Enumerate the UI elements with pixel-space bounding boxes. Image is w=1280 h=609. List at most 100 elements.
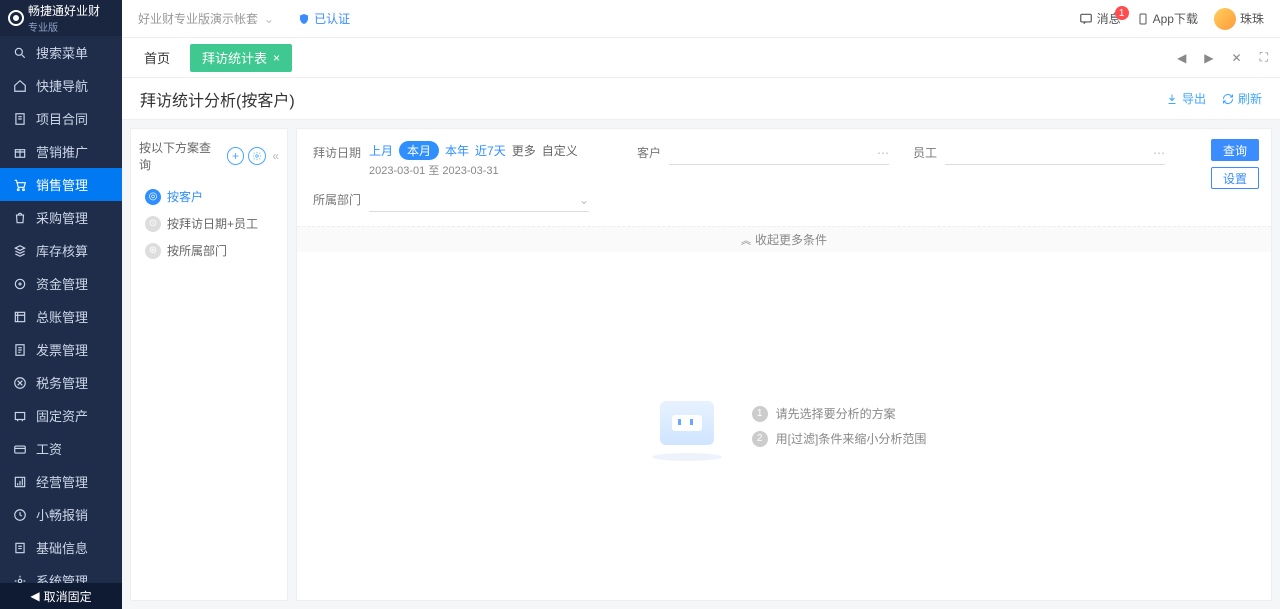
settings-button[interactable]: 设置 bbox=[1211, 167, 1259, 189]
export-icon bbox=[1166, 93, 1178, 105]
scheme-item[interactable]: ⊙按拜访日期+员工 bbox=[139, 210, 279, 237]
nav-item-label: 发票管理 bbox=[36, 340, 88, 359]
nav-item-search[interactable]: 搜索菜单 bbox=[0, 36, 122, 69]
tab-visit-stats[interactable]: 拜访统计表 × bbox=[190, 44, 292, 72]
app-download-button[interactable]: App下载 bbox=[1137, 10, 1198, 27]
invoice-icon bbox=[12, 342, 28, 358]
unpin-button[interactable]: ◀ 取消固定 bbox=[0, 583, 122, 609]
coin-icon bbox=[12, 276, 28, 292]
scheme-icon: ◎ bbox=[145, 189, 161, 205]
verified-text: 已认证 bbox=[314, 10, 350, 27]
scheme-list: ◎ 按客户 ⊙按拜访日期+员工⊛按所属部门 bbox=[139, 183, 279, 264]
nav-item-info[interactable]: 基础信息 bbox=[0, 531, 122, 564]
filter-employee-label: 员工 bbox=[913, 141, 945, 161]
tax-icon bbox=[12, 375, 28, 391]
filter-dept-label: 所属部门 bbox=[313, 188, 369, 208]
nav-item-pay[interactable]: 工资 bbox=[0, 432, 122, 465]
nav-item-home[interactable]: 快捷导航 bbox=[0, 69, 122, 102]
query-button[interactable]: 查询 bbox=[1211, 139, 1259, 161]
bag-icon bbox=[12, 210, 28, 226]
ellipsis-icon: ⋯ bbox=[877, 146, 889, 160]
date-range: 2023-03-01 至 2023-03-31 bbox=[369, 162, 578, 178]
nav-item-label: 库存核算 bbox=[36, 241, 88, 260]
brand-logo: 畅捷通好业财 专业版 bbox=[0, 0, 122, 36]
customer-lookup[interactable]: ⋯ bbox=[669, 141, 889, 165]
gift-icon bbox=[12, 144, 28, 160]
nav-item-ledger[interactable]: 总账管理 bbox=[0, 300, 122, 333]
step-badge: 1 bbox=[752, 406, 768, 422]
chevron-down-icon: ⌄ bbox=[579, 193, 589, 207]
verified-badge: 已认证 bbox=[298, 10, 350, 27]
fullscreen-button[interactable]: ⛶ bbox=[1256, 48, 1272, 67]
collapse-label: 收起更多条件 bbox=[755, 231, 827, 248]
date-options: 上月本月本年近7天更多自定义 bbox=[369, 141, 578, 160]
date-option[interactable]: 更多 bbox=[512, 142, 536, 159]
export-button[interactable]: 导出 bbox=[1166, 90, 1206, 107]
nav-item-sys[interactable]: 系统管理 bbox=[0, 564, 122, 583]
nav-item-gift[interactable]: 营销推广 bbox=[0, 135, 122, 168]
nav-item-biz[interactable]: 经营管理 bbox=[0, 465, 122, 498]
logo-icon bbox=[8, 10, 24, 26]
date-option[interactable]: 自定义 bbox=[542, 142, 578, 159]
chevron-up-icon: ︽ bbox=[741, 232, 751, 247]
refresh-button[interactable]: 刷新 bbox=[1222, 90, 1262, 107]
hint-2: 用[过滤]条件来缩小分析范围 bbox=[776, 430, 927, 447]
scheme-item-label: 按客户 bbox=[167, 188, 203, 205]
tabs-next-button[interactable]: ▶ bbox=[1200, 49, 1217, 67]
scheme-item-label: 按所属部门 bbox=[167, 242, 227, 259]
chevron-down-icon: ⌄ bbox=[264, 12, 274, 26]
hint-row: 2 用[过滤]条件来缩小分析范围 bbox=[752, 430, 927, 447]
triangle-left-icon: ◀ bbox=[30, 589, 39, 603]
page-title: 拜访统计分析(按客户) bbox=[140, 87, 295, 111]
user-name: 珠珠 bbox=[1240, 10, 1264, 27]
tabs-close-all-button[interactable]: ✕ bbox=[1228, 49, 1246, 67]
nav-item-invoice[interactable]: 发票管理 bbox=[0, 333, 122, 366]
date-option[interactable]: 上月 bbox=[369, 142, 393, 159]
nav-item-asset[interactable]: 固定资产 bbox=[0, 399, 122, 432]
query-label: 查询 bbox=[1223, 142, 1247, 159]
nav-item-label: 经营管理 bbox=[36, 472, 88, 491]
export-label: 导出 bbox=[1182, 90, 1206, 107]
expense-icon bbox=[12, 507, 28, 523]
date-option[interactable]: 本年 bbox=[445, 142, 469, 159]
nav-item-coin[interactable]: 资金管理 bbox=[0, 267, 122, 300]
nav-item-label: 小畅报销 bbox=[36, 505, 88, 524]
scheme-item[interactable]: ⊛按所属部门 bbox=[139, 237, 279, 264]
employee-lookup[interactable]: ⋯ bbox=[945, 141, 1165, 165]
filter-customer-label: 客户 bbox=[637, 141, 669, 161]
close-icon[interactable]: × bbox=[273, 51, 280, 65]
date-option[interactable]: 本月 bbox=[399, 141, 439, 160]
tabs-prev-button[interactable]: ◀ bbox=[1173, 49, 1190, 67]
tab-home[interactable]: 首页 bbox=[132, 44, 182, 72]
nav-item-label: 基础信息 bbox=[36, 538, 88, 557]
shield-icon bbox=[298, 13, 310, 25]
messages-button[interactable]: 消息 1 bbox=[1079, 10, 1121, 27]
unpin-label: 取消固定 bbox=[44, 588, 92, 605]
nav-item-stack[interactable]: 库存核算 bbox=[0, 234, 122, 267]
biz-icon bbox=[12, 474, 28, 490]
scheme-item[interactable]: ◎ 按客户 bbox=[139, 183, 279, 210]
nav-item-tax[interactable]: 税务管理 bbox=[0, 366, 122, 399]
nav-item-label: 税务管理 bbox=[36, 373, 88, 392]
scheme-collapse-button[interactable]: « bbox=[272, 149, 279, 163]
nav-item-label: 快捷导航 bbox=[36, 76, 88, 95]
nav-item-expense[interactable]: 小畅报销 bbox=[0, 498, 122, 531]
scheme-settings-button[interactable] bbox=[248, 147, 266, 165]
date-option[interactable]: 近7天 bbox=[475, 142, 506, 159]
nav-item-cart[interactable]: 销售管理 bbox=[0, 168, 122, 201]
cart-icon bbox=[12, 177, 28, 193]
info-icon bbox=[12, 540, 28, 556]
scheme-add-button[interactable]: + bbox=[227, 147, 245, 165]
nav-item-label: 工资 bbox=[36, 439, 62, 458]
department-select[interactable]: ⌄ bbox=[369, 188, 589, 212]
account-selector[interactable]: 好业财专业版演示帐套 bbox=[138, 10, 258, 27]
nav-item-label: 销售管理 bbox=[36, 175, 88, 194]
doc-icon bbox=[12, 111, 28, 127]
nav-item-bag[interactable]: 采购管理 bbox=[0, 201, 122, 234]
collapse-filters-button[interactable]: ︽ 收起更多条件 bbox=[297, 226, 1271, 252]
nav-item-label: 系统管理 bbox=[36, 571, 88, 583]
scheme-item-label: 按拜访日期+员工 bbox=[167, 215, 258, 232]
nav-item-doc[interactable]: 项目合同 bbox=[0, 102, 122, 135]
user-menu[interactable]: 珠珠 bbox=[1214, 8, 1264, 30]
nav-item-label: 固定资产 bbox=[36, 406, 88, 425]
